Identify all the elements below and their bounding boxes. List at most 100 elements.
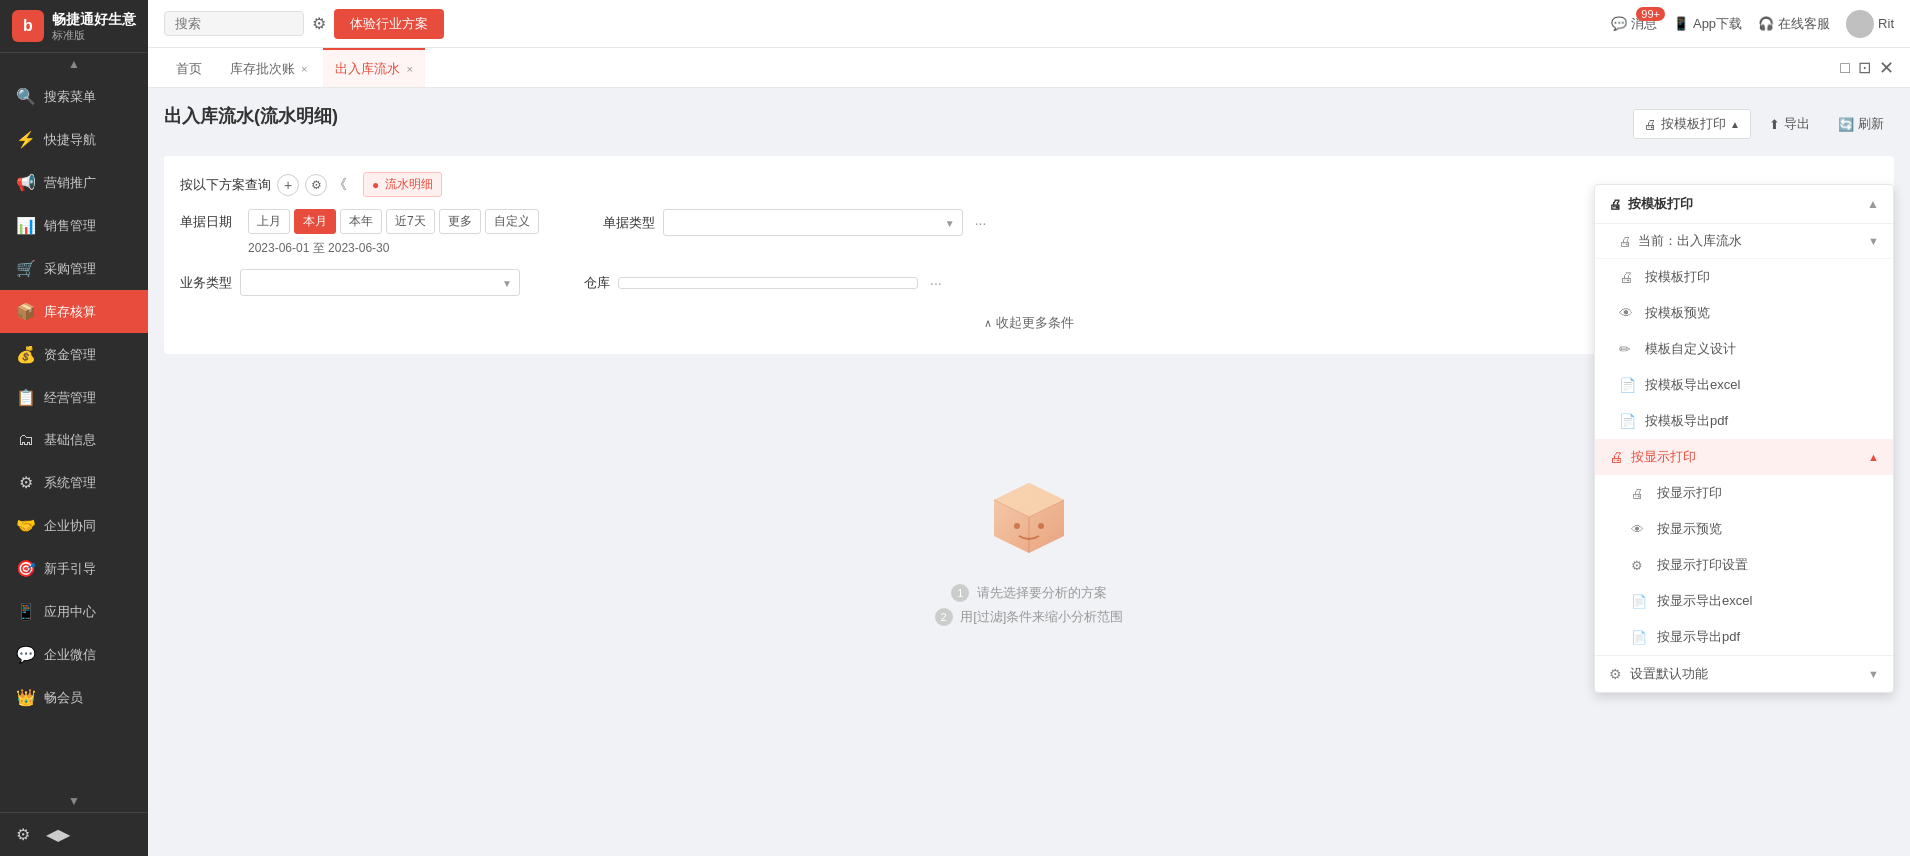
sidebar-item-weixin[interactable]: 💬 企业微信 bbox=[0, 633, 148, 676]
date-btn-last-month[interactable]: 上月 bbox=[248, 209, 290, 234]
display-print-icon: 🖨 bbox=[1609, 449, 1623, 465]
app-download-label: App下载 bbox=[1693, 15, 1742, 33]
tab-fullscreen-icon[interactable]: ⊡ bbox=[1858, 58, 1871, 77]
tab-restore-icon[interactable]: □ bbox=[1840, 59, 1850, 77]
user-avatar-area[interactable]: Rit bbox=[1846, 10, 1894, 38]
tabs-bar: 首页 库存批次账 × 出入库流水 × □ ⊡ ✕ bbox=[148, 48, 1910, 88]
tab-inventory-flow[interactable]: 出入库流水 × bbox=[323, 48, 424, 87]
help-icon[interactable]: ◀▶ bbox=[46, 825, 70, 844]
sidebar-item-sales[interactable]: 📊 销售管理 bbox=[0, 204, 148, 247]
tab-inventory-flow-close-icon[interactable]: × bbox=[406, 63, 412, 75]
date-filter-group: 上月 本月 本年 近7天 更多 自定义 2023-06-01 至 2023-06… bbox=[248, 209, 539, 257]
warehouse-input[interactable] bbox=[618, 277, 918, 289]
dropdown-template-export-excel[interactable]: 📄 按模板导出excel bbox=[1595, 367, 1893, 403]
refresh-button[interactable]: 🔄 刷新 bbox=[1828, 110, 1894, 138]
sidebar-item-inventory[interactable]: 📦 库存核算 bbox=[0, 290, 148, 333]
tab-close-page-icon[interactable]: ✕ bbox=[1879, 57, 1894, 79]
doc-type-select[interactable] bbox=[663, 209, 963, 236]
sidebar-scroll-down[interactable]: ▼ bbox=[0, 790, 148, 812]
sidebar-item-enterprise[interactable]: 🤝 企业协同 bbox=[0, 504, 148, 547]
dropdown-display-print[interactable]: 🖨 按显示打印 bbox=[1595, 475, 1893, 511]
date-btn-this-year[interactable]: 本年 bbox=[340, 209, 382, 234]
tab-batch-account-label: 库存批次账 bbox=[230, 60, 295, 78]
warehouse-more-btn[interactable]: ··· bbox=[930, 275, 942, 291]
guide-icon: 🎯 bbox=[16, 559, 36, 578]
dropdown-display-export-excel[interactable]: 📄 按显示导出excel bbox=[1595, 583, 1893, 619]
sidebar-item-quick-nav[interactable]: ⚡ 快捷导航 bbox=[0, 118, 148, 161]
user-avatar bbox=[1846, 10, 1874, 38]
scroll-down-btn[interactable]: ▼ bbox=[68, 794, 80, 808]
refresh-label: 刷新 bbox=[1858, 115, 1884, 133]
quick-nav-icon: ⚡ bbox=[16, 130, 36, 149]
filter-collapse-button[interactable]: 《 bbox=[333, 176, 347, 194]
active-filter-tag: ● 流水明细 bbox=[363, 172, 442, 197]
dropdown-template-preview[interactable]: 👁 按模板预览 bbox=[1595, 295, 1893, 331]
biz-type-select-wrapper bbox=[240, 269, 520, 296]
collapse-button[interactable]: ∧ 收起更多条件 bbox=[984, 308, 1074, 338]
dropdown-display-export-pdf[interactable]: 📄 按显示导出pdf bbox=[1595, 619, 1893, 655]
message-action[interactable]: 💬 消息 99+ bbox=[1611, 15, 1657, 33]
footer-chevron-down-icon: ▼ bbox=[1868, 668, 1879, 680]
filter-search-label: 按以下方案查询 + ⚙ 《 bbox=[180, 174, 347, 196]
app-download-action[interactable]: 📱 App下载 bbox=[1673, 15, 1742, 33]
sidebar-item-apps[interactable]: 📱 应用中心 bbox=[0, 590, 148, 633]
doc-type-select-wrapper bbox=[663, 209, 963, 236]
purchase-icon: 🛒 bbox=[16, 259, 36, 278]
date-btn-this-month[interactable]: 本月 bbox=[294, 209, 336, 234]
dropdown-display-preview[interactable]: 👁 按显示预览 bbox=[1595, 511, 1893, 547]
filter-add-button[interactable]: + bbox=[277, 174, 299, 196]
template-excel-icon: 📄 bbox=[1619, 377, 1637, 393]
online-service-action[interactable]: 🎧 在线客服 bbox=[1758, 15, 1830, 33]
sidebar-item-vip[interactable]: 👑 畅会员 bbox=[0, 676, 148, 719]
basic-icon: 🗂 bbox=[16, 431, 36, 449]
search-input[interactable] bbox=[164, 11, 304, 36]
date-btn-custom[interactable]: 自定义 bbox=[485, 209, 539, 234]
dropdown-display-print-settings[interactable]: ⚙ 按显示打印设置 bbox=[1595, 547, 1893, 583]
settings-bottom-icon[interactable]: ⚙ bbox=[16, 825, 30, 844]
empty-state-icon bbox=[979, 468, 1079, 568]
sidebar-item-basic[interactable]: 🗂 基础信息 bbox=[0, 419, 148, 461]
template-print-icon: 🖨 bbox=[1619, 269, 1637, 285]
export-button[interactable]: ⬆ 导出 bbox=[1759, 110, 1820, 138]
date-btn-more[interactable]: 更多 bbox=[439, 209, 481, 234]
sidebar-item-operations[interactable]: 📋 经营管理 bbox=[0, 376, 148, 419]
display-section-label: 🖨 按显示打印 bbox=[1609, 448, 1696, 466]
sidebar-item-label: 资金管理 bbox=[44, 346, 96, 364]
date-btn-7days[interactable]: 近7天 bbox=[386, 209, 435, 234]
dropdown-collapse-icon[interactable]: ▲ bbox=[1867, 197, 1879, 211]
filter-settings-button[interactable]: ⚙ bbox=[305, 174, 327, 196]
sidebar-item-search[interactable]: 🔍 搜索菜单 bbox=[0, 75, 148, 118]
template-print-button[interactable]: 🖨 按模板打印 ▲ bbox=[1633, 109, 1751, 139]
doc-type-filter: 单据类型 ··· bbox=[603, 209, 987, 236]
sidebar-item-purchase[interactable]: 🛒 采购管理 bbox=[0, 247, 148, 290]
display-print-sub-icon: 🖨 bbox=[1631, 486, 1649, 501]
sidebar-scroll-up[interactable]: ▲ bbox=[0, 53, 148, 75]
sidebar-item-finance[interactable]: 💰 资金管理 bbox=[0, 333, 148, 376]
tab-batch-close-icon[interactable]: × bbox=[301, 63, 307, 75]
scroll-up-btn[interactable]: ▲ bbox=[68, 57, 80, 71]
empty-hint-1: 1 请先选择要分析的方案 bbox=[951, 584, 1107, 602]
dropdown-display-section-header[interactable]: 🖨 按显示打印 ▲ bbox=[1595, 439, 1893, 475]
dropdown-footer[interactable]: ⚙ 设置默认功能 ▼ bbox=[1595, 655, 1893, 692]
weixin-icon: 💬 bbox=[16, 645, 36, 664]
warehouse-label: 仓库 bbox=[584, 274, 610, 292]
sidebar-item-label: 销售管理 bbox=[44, 217, 96, 235]
doc-type-more-btn[interactable]: ··· bbox=[975, 215, 987, 231]
biz-type-select[interactable] bbox=[240, 269, 520, 296]
tab-batch-account[interactable]: 库存批次账 × bbox=[218, 48, 319, 87]
tab-home[interactable]: 首页 bbox=[164, 48, 214, 87]
header-settings-icon[interactable]: ⚙ bbox=[312, 14, 326, 33]
dropdown-template-customize[interactable]: ✏ 模板自定义设计 bbox=[1595, 331, 1893, 367]
biz-type-label: 业务类型 bbox=[180, 274, 232, 292]
sidebar-item-marketing[interactable]: 📢 营销推广 bbox=[0, 161, 148, 204]
export-label: 导出 bbox=[1784, 115, 1810, 133]
dropdown-current-item[interactable]: 🖨 当前：出入库流水 ▼ bbox=[1595, 224, 1893, 259]
sidebar-item-system[interactable]: ⚙ 系统管理 bbox=[0, 461, 148, 504]
display-excel-icon: 📄 bbox=[1631, 594, 1649, 609]
dropdown-template-print[interactable]: 🖨 按模板打印 bbox=[1595, 259, 1893, 295]
message-badge: 99+ bbox=[1636, 7, 1665, 21]
dropdown-template-export-pdf[interactable]: 📄 按模板导出pdf bbox=[1595, 403, 1893, 439]
export-icon: ⬆ bbox=[1769, 117, 1780, 132]
sidebar-item-guide[interactable]: 🎯 新手引导 bbox=[0, 547, 148, 590]
trial-button[interactable]: 体验行业方案 bbox=[334, 9, 444, 39]
